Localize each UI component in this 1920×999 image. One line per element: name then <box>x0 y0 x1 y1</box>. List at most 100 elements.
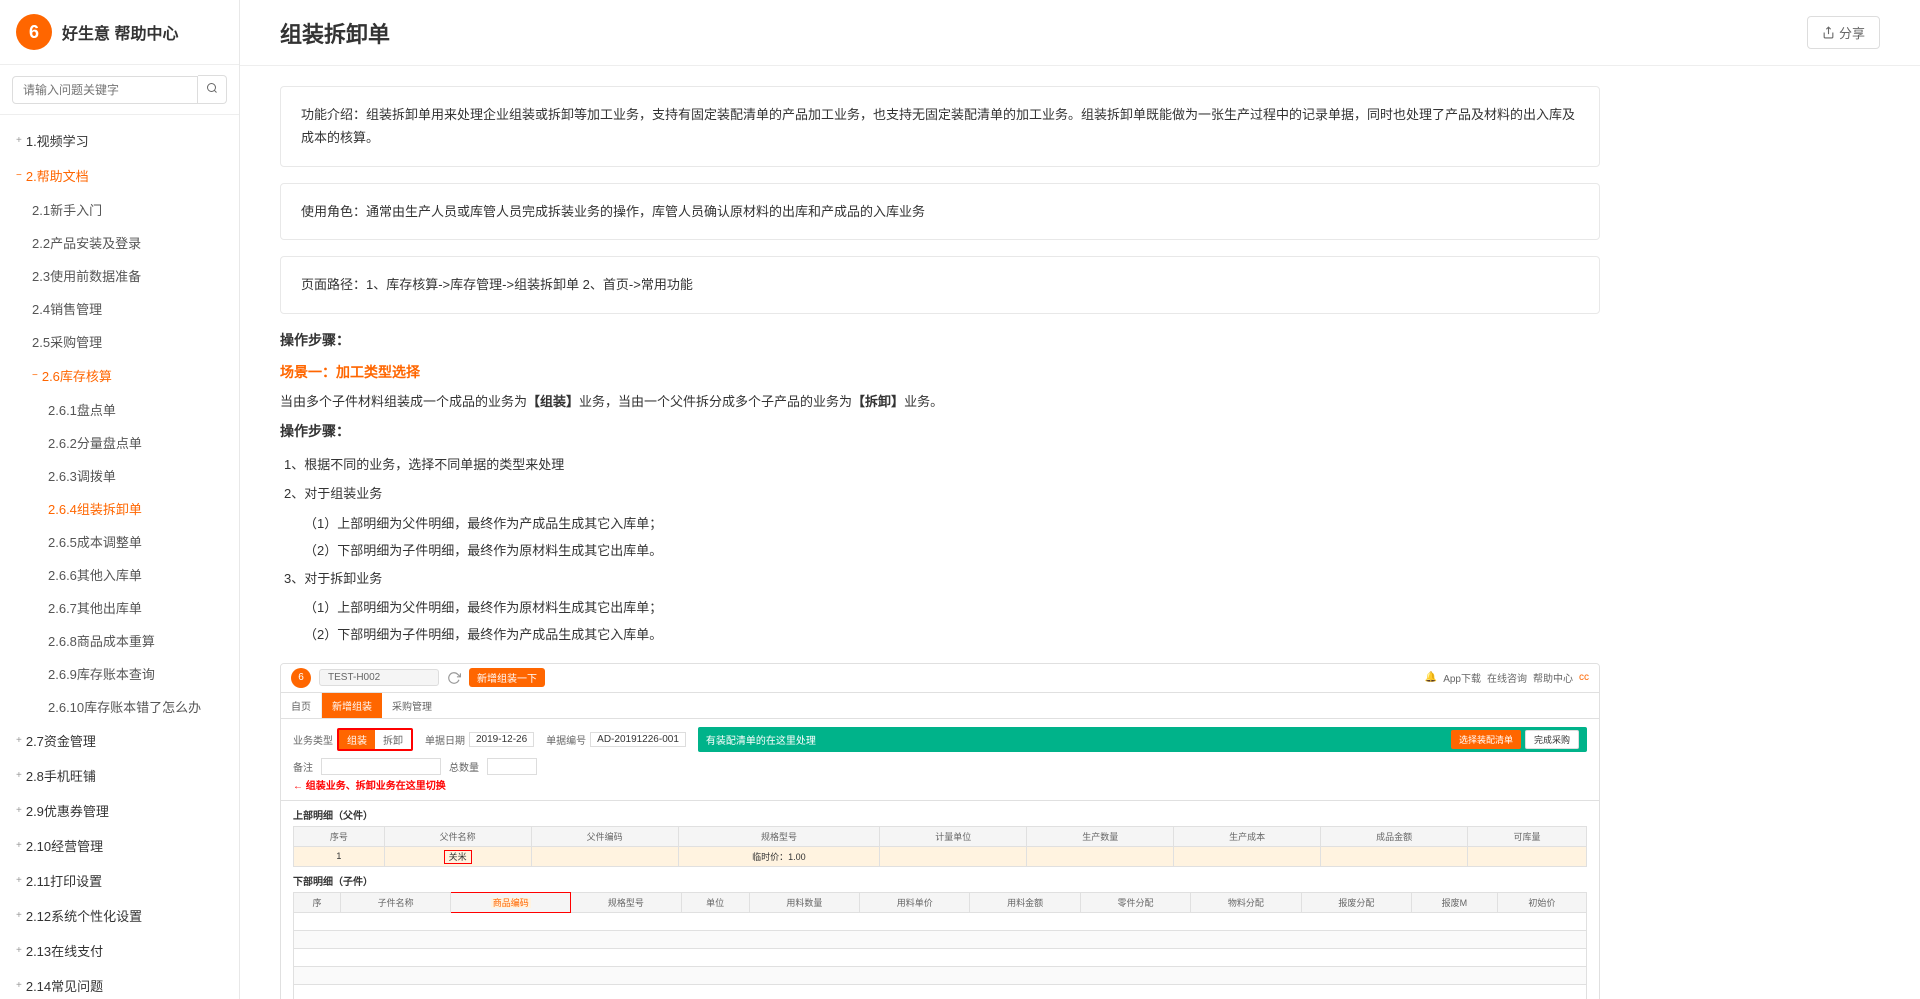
sidebar-item-install[interactable]: 2.2产品安装及登录 <box>0 226 239 259</box>
screenshot-lower-table-area: 下部明细（子件） 序 子件名称 商品编码 规格型号 <box>281 873 1599 999</box>
child-table-header-row: 序 子件名称 商品编码 规格型号 单位 用料数量 用料单价 用料金额 <box>294 892 1587 912</box>
path-intro-box: 页面路径：1、库存核算->库存管理->组装拆卸单 2、首页->常用功能 <box>280 256 1600 313</box>
step3: 3、对于拆卸业务 <box>280 567 1600 590</box>
plus-icon: + <box>16 135 22 146</box>
cell-seq: 1 <box>294 846 385 866</box>
date-value[interactable]: 2019-12-26 <box>469 732 534 747</box>
select-bom-btn[interactable]: 选择装配清单 <box>1451 730 1521 749</box>
bom-text: 有装配清单的在这里处理 <box>706 732 816 747</box>
sidebar-item-system[interactable]: + 2.12系统个性化设置 <box>0 898 239 933</box>
qty-input[interactable] <box>487 758 537 775</box>
sub-col-init: 初始价 <box>1497 892 1586 912</box>
cell-unit <box>880 846 1027 866</box>
child-table: 序 子件名称 商品编码 规格型号 单位 用料数量 用料单价 用料金额 <box>293 892 1587 999</box>
sidebar-item-cost-adjust[interactable]: 2.6.5成本调整单 <box>16 525 239 558</box>
sidebar-item-purchase[interactable]: 2.5采购管理 <box>0 325 239 358</box>
sidebar-item-print[interactable]: + 2.11打印设置 <box>0 863 239 898</box>
action-btn[interactable]: 完成采购 <box>1525 730 1579 749</box>
sidebar-subitems-inventory: 2.6.1盘点单 2.6.2分量盘点单 2.6.3调拨单 2.6.4组装拆卸单 … <box>0 393 239 723</box>
plus-icon-3: + <box>16 770 22 781</box>
fake-screenshot: 6 TEST-H002 新增组装一下 🔔 App下载 <box>281 664 1599 999</box>
main-header: 组装拆卸单 分享 <box>240 0 1920 66</box>
bom-area: 有装配清单的在这里处理 选择装配清单 完成采购 <box>698 727 1587 752</box>
new-order-btn[interactable]: 新增组装一下 <box>469 668 545 687</box>
nav-home: 自页 <box>281 693 322 718</box>
sidebar-item-cost-recalc[interactable]: 2.6.8商品成本重算 <box>16 624 239 657</box>
search-input[interactable] <box>12 76 198 104</box>
titlebar-right: 🔔 App下载 在线咨询 帮助中心 cc <box>1425 670 1589 685</box>
sidebar-item-coupon[interactable]: + 2.9优惠券管理 <box>0 793 239 828</box>
sidebar-item-finance[interactable]: + 2.7资金管理 <box>0 723 239 758</box>
num-value[interactable]: AD-20191226-001 <box>590 732 686 747</box>
sidebar-item-other-out[interactable]: 2.6.7其他出库单 <box>16 591 239 624</box>
sidebar-item-stock-ledger[interactable]: 2.6.9库存账本查询 <box>16 657 239 690</box>
share-button[interactable]: 分享 <box>1807 16 1880 49</box>
sidebar-item-ledger-error[interactable]: 2.6.10库存账本错了怎么办 <box>16 690 239 723</box>
sidebar-item-beginner[interactable]: 2.1新手入门 <box>0 193 239 226</box>
screenshot-titlebar: 6 TEST-H002 新增组装一下 🔔 App下载 <box>281 664 1599 693</box>
sidebar-item-stocktake[interactable]: 2.6.1盘点单 <box>16 393 239 426</box>
remark-label: 备注 <box>293 759 313 774</box>
sidebar-item-mobile[interactable]: + 2.8手机旺铺 <box>0 758 239 793</box>
page-title: 组装拆卸单 <box>280 17 390 49</box>
sub-col-m: 报废M <box>1412 892 1498 912</box>
step3-sub2: （2）下部明细为子件明细，最终作为产成品生成其它入库单。 <box>280 623 1600 646</box>
child-row-1 <box>294 912 1587 930</box>
plus-icon-8: + <box>16 945 22 956</box>
screenshot-upper-table-area: 上部明细（父件） 序号 父件名称 父件编码 规格型号 计量单位 生产数量 <box>281 801 1599 873</box>
sub-col-qty: 用料数量 <box>749 892 859 912</box>
sidebar-item-transfer[interactable]: 2.6.3调拨单 <box>16 459 239 492</box>
assemble-tab[interactable]: 组装 <box>339 730 375 749</box>
parent-table-title: 上部明细（父件） <box>293 807 1587 822</box>
empty-row <box>294 948 1587 966</box>
disassemble-tab[interactable]: 拆卸 <box>375 730 411 749</box>
sidebar-item-faq[interactable]: + 2.14常见问题 <box>0 968 239 999</box>
sub-col-unit: 单位 <box>681 892 749 912</box>
type-toggle-group: 业务类型 组装 拆卸 <box>293 728 413 751</box>
titlebar-left: 6 TEST-H002 新增组装一下 <box>291 668 545 688</box>
main-body: 功能介绍：组装拆卸单用来处理企业组装或拆卸等加工业务，支持有固定装配清单的产品加… <box>240 66 1640 999</box>
orange-tag: 商品编码 <box>491 898 531 908</box>
minus-icon: − <box>16 170 22 181</box>
empty-row <box>294 930 1587 948</box>
date-label: 单据日期 <box>425 732 465 747</box>
date-field: 单据日期 2019-12-26 <box>425 732 534 747</box>
cell-produce-cost <box>1174 846 1321 866</box>
remark-input[interactable] <box>321 758 441 775</box>
sidebar-item-biz-manage[interactable]: + 2.10经营管理 <box>0 828 239 863</box>
plus-icon-7: + <box>16 910 22 921</box>
form-row: 业务类型 组装 拆卸 单据日期 2019-12-26 <box>293 727 1587 752</box>
sidebar-search-bar <box>0 65 239 115</box>
sidebar-item-sales[interactable]: 2.4销售管理 <box>0 292 239 325</box>
type-toggle[interactable]: 组装 拆卸 <box>337 728 413 751</box>
parent-name-cell[interactable]: 关米 <box>444 850 472 864</box>
plus-icon-9: + <box>16 980 22 991</box>
sub-col-amount: 用料金额 <box>970 892 1080 912</box>
operations-section: 操作步骤： 场景一：加工类型选择 当由多个子件材料组装成一个成品的业务为【组装】… <box>280 330 1600 999</box>
sidebar-item-online-pay[interactable]: + 2.13在线支付 <box>0 933 239 968</box>
sub-col-code: 商品编码 <box>451 892 571 912</box>
col-parent-name: 父件名称 <box>384 826 531 846</box>
child-row-2 <box>294 930 1587 948</box>
sub-col-name: 子件名称 <box>340 892 450 912</box>
child-row-5 <box>294 984 1587 999</box>
sidebar-item-inventory[interactable]: − 2.6库存核算 <box>0 358 239 393</box>
plus-icon-2: + <box>16 735 22 746</box>
step2-sub2: （2）下部明细为子件明细，最终作为原材料生成其它出库单。 <box>280 539 1600 562</box>
sidebar-item-other-in[interactable]: 2.6.6其他入库单 <box>16 558 239 591</box>
sidebar-item-batch-stock[interactable]: 2.6.2分量盘点单 <box>16 426 239 459</box>
sub-col-price: 用料单价 <box>860 892 970 912</box>
parent-table-header-row: 序号 父件名称 父件编码 规格型号 计量单位 生产数量 生产成本 成品金额 可库… <box>294 826 1587 846</box>
sub-col-part: 零件分配 <box>1080 892 1190 912</box>
screenshot-form: 业务类型 组装 拆卸 单据日期 2019-12-26 <box>281 719 1599 801</box>
sidebar-item-data-prep[interactable]: 2.3使用前数据准备 <box>0 259 239 292</box>
remark-row: 备注 总数量 <box>293 758 1587 775</box>
sidebar-item-assembly[interactable]: 2.6.4组装拆卸单 <box>16 492 239 525</box>
sidebar-item-help-docs[interactable]: − 2.帮助文档 <box>0 158 239 193</box>
app-logo-icon: 6 <box>291 668 311 688</box>
col-seq: 序号 <box>294 826 385 846</box>
sidebar-item-video-learning[interactable]: + 1.视频学习 <box>0 123 239 158</box>
logo-text: 好生意 帮助中心 <box>62 20 178 44</box>
search-button[interactable] <box>198 75 227 104</box>
child-table-body <box>294 912 1587 999</box>
